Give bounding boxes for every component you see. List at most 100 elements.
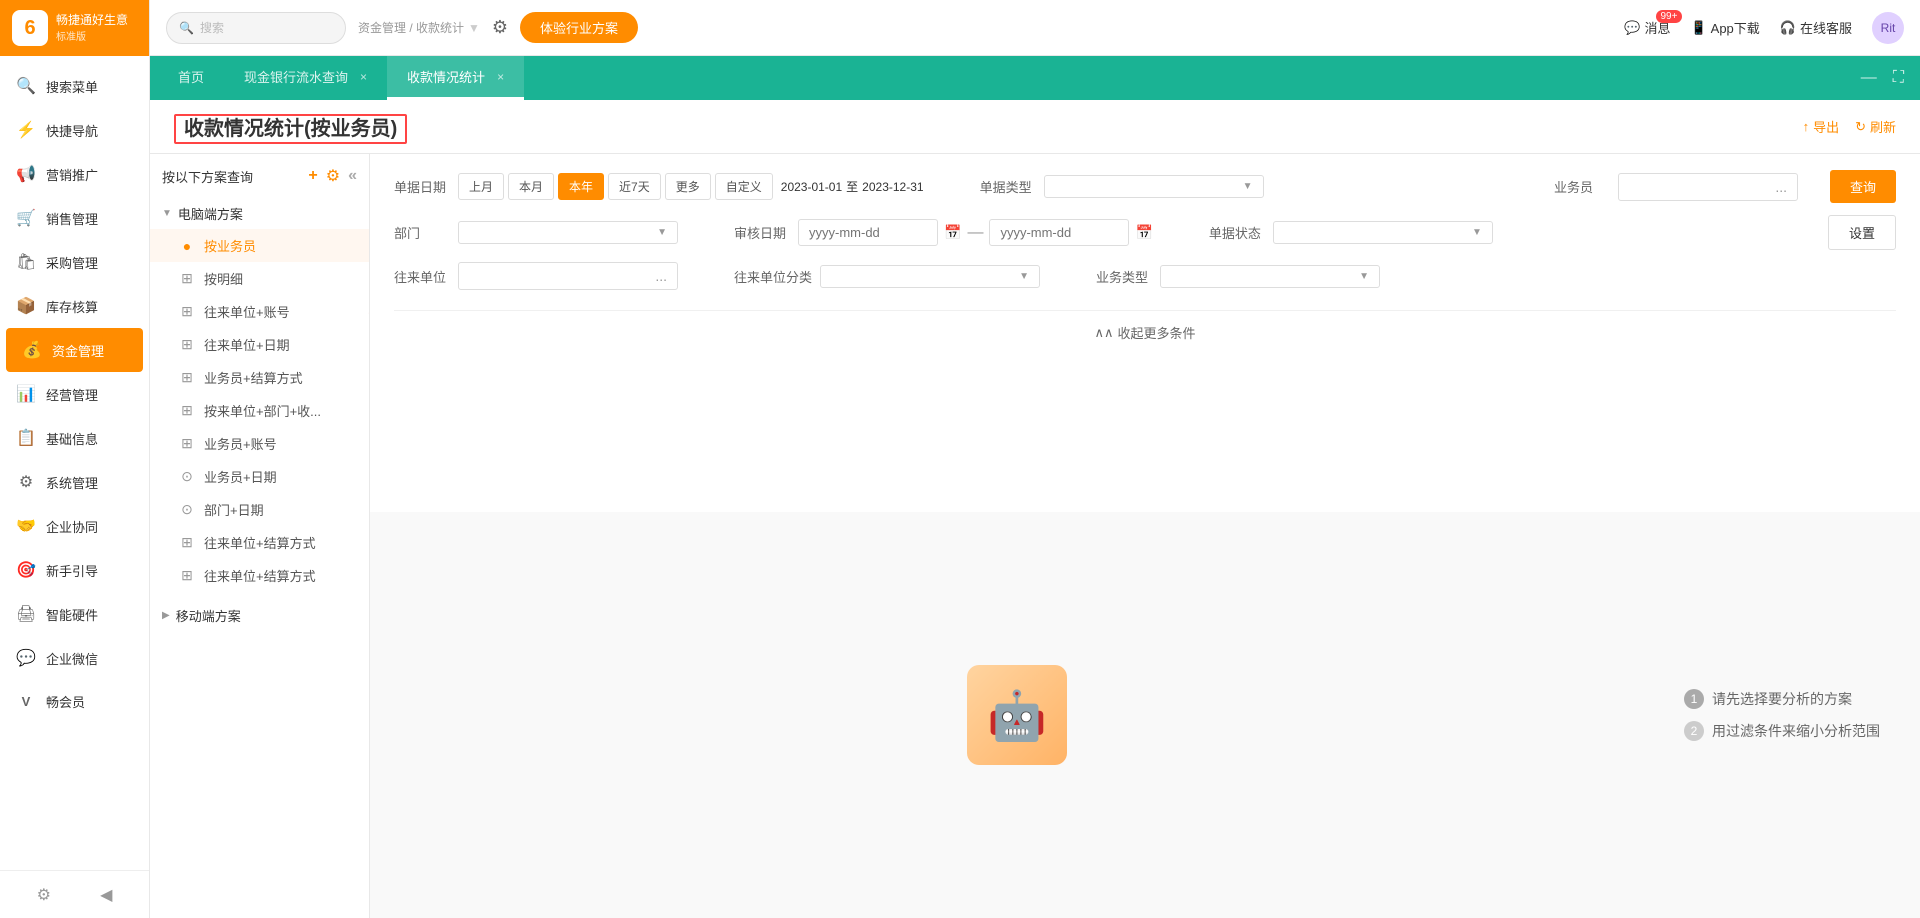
partner-classify-dropdown-icon: ▼ bbox=[1019, 271, 1029, 282]
tab-bank-close[interactable]: × bbox=[360, 70, 367, 84]
scheme-item-salesperson-account[interactable]: ⊞ 业务员+账号 bbox=[150, 427, 369, 460]
scheme-item-dept-date[interactable]: ⊙ 部门+日期 bbox=[150, 493, 369, 526]
scheme-settings-button[interactable]: ⚙ bbox=[326, 166, 340, 186]
audit-date-from[interactable] bbox=[798, 219, 938, 246]
sidebar-item-inventory[interactable]: 📦 库存核算 bbox=[0, 284, 149, 328]
partner-more[interactable]: ... bbox=[655, 268, 667, 284]
scheme-group-mobile-header[interactable]: ▶ 移动端方案 bbox=[150, 600, 369, 631]
header-settings-icon[interactable]: ⚙ bbox=[492, 17, 508, 38]
tab-maximize-icon[interactable]: ⛶ bbox=[1889, 65, 1908, 91]
sidebar-item-wechat[interactable]: 💬 企业微信 bbox=[0, 636, 149, 680]
date-btn-last-month[interactable]: 上月 bbox=[458, 173, 504, 200]
sidebar-item-enterprise[interactable]: 🤝 企业协同 bbox=[0, 504, 149, 548]
quick-nav-icon: ⚡ bbox=[16, 120, 36, 140]
trial-button[interactable]: 体验行业方案 bbox=[520, 12, 638, 43]
nav-breadcrumb: 资金管理 / 收款统计 bbox=[358, 19, 464, 36]
scheme-item-unit-account[interactable]: ⊞ 往来单位+账号 bbox=[150, 295, 369, 328]
export-button[interactable]: ↑ 导出 bbox=[1803, 117, 1840, 136]
filter-bill-status-field: 单据状态 ▼ bbox=[1209, 221, 1493, 244]
enterprise-icon: 🤝 bbox=[16, 516, 36, 536]
empty-state: 🤖 1 请先选择要分析的方案 2 用过滤条件来缩小分析范围 bbox=[370, 512, 1920, 918]
sidebar-item-member[interactable]: V 畅会员 bbox=[0, 680, 149, 723]
calendar-to-icon[interactable]: 📅 bbox=[1135, 224, 1152, 241]
scheme-item-salesperson-date[interactable]: ⊙ 业务员+日期 bbox=[150, 460, 369, 493]
date-btn-more[interactable]: 更多 bbox=[665, 173, 711, 200]
tab-bank[interactable]: 现金银行流水查询 × bbox=[224, 56, 387, 100]
grid7-icon: ⊞ bbox=[178, 567, 196, 584]
basic-icon: 📋 bbox=[16, 428, 36, 448]
message-icon: 💬 bbox=[1624, 20, 1640, 36]
service-icon: 🎧 bbox=[1780, 20, 1796, 36]
sidebar-item-guide[interactable]: 🎯 新手引导 bbox=[0, 548, 149, 592]
sidebar-item-business[interactable]: 📊 经营管理 bbox=[0, 372, 149, 416]
bill-type-select[interactable]: ▼ bbox=[1044, 175, 1264, 198]
sidebar-item-quick-nav[interactable]: ⚡ 快捷导航 bbox=[0, 108, 149, 152]
sidebar-item-sales[interactable]: 🛒 销售管理 bbox=[0, 196, 149, 240]
query-button[interactable]: 查询 bbox=[1830, 170, 1896, 203]
user-info[interactable]: Rit bbox=[1872, 12, 1904, 44]
scheme-item-unit-date[interactable]: ⊞ 往来单位+日期 bbox=[150, 328, 369, 361]
scheme-item-salesperson-payment[interactable]: ⊞ 业务员+结算方式 bbox=[150, 361, 369, 394]
refresh-button[interactable]: ↻ 刷新 bbox=[1855, 117, 1896, 136]
tab-collect-close[interactable]: × bbox=[497, 70, 504, 84]
scheme-item-unit-dept[interactable]: ⊞ 按来单位+部门+收... bbox=[150, 394, 369, 427]
sidebar: 6 畅捷通好生意 标准版 🔍 搜索菜单 ⚡ 快捷导航 📢 营销推广 🛒 销售管理… bbox=[0, 0, 150, 918]
sidebar-item-purchase[interactable]: 🛍 采购管理 bbox=[0, 240, 149, 284]
salesperson-select[interactable]: ... bbox=[1618, 173, 1798, 201]
audit-date-label: 审核日期 bbox=[734, 223, 790, 242]
scheme-item-unit-payment[interactable]: ⊞ 往来单位+结算方式 bbox=[150, 526, 369, 559]
salesperson-more[interactable]: ... bbox=[1775, 179, 1787, 195]
sidebar-item-hardware[interactable]: 🖨 智能硬件 bbox=[0, 592, 149, 636]
breadcrumb-arrow: ▼ bbox=[468, 21, 480, 35]
scheme-tools: + ⚙ « bbox=[308, 166, 357, 186]
date-btn-custom[interactable]: 自定义 bbox=[715, 173, 773, 200]
sidebar-item-basic[interactable]: 📋 基础信息 bbox=[0, 416, 149, 460]
biz-type-select[interactable]: ▼ bbox=[1160, 265, 1380, 288]
partner-select[interactable]: ... bbox=[458, 262, 678, 290]
online-service-button[interactable]: 🎧 在线客服 bbox=[1780, 18, 1852, 37]
settings-bottom-icon[interactable]: ⚙ bbox=[29, 881, 59, 909]
main-area: 🔍 搜索 资金管理 / 收款统计 ▼ ⚙ 体验行业方案 💬 消息 99+ 📱 A… bbox=[150, 0, 1920, 918]
date-btn-this-month[interactable]: 本月 bbox=[508, 173, 554, 200]
clock-icon: ⊙ bbox=[178, 468, 196, 485]
calendar-from-icon[interactable]: 📅 bbox=[944, 224, 961, 241]
tab-collect[interactable]: 收款情况统计 × bbox=[387, 56, 524, 100]
page-title: 收款情况统计(按业务员) bbox=[174, 114, 407, 144]
sidebar-item-fund[interactable]: 💰 资金管理 bbox=[6, 328, 143, 372]
partner-classify-select[interactable]: ▼ bbox=[820, 265, 1040, 288]
audit-date-to[interactable] bbox=[989, 219, 1129, 246]
app-download-button[interactable]: 📱 App下载 bbox=[1690, 18, 1759, 37]
date-btn-7days[interactable]: 近7天 bbox=[608, 173, 661, 200]
collapse-label: 收起更多条件 bbox=[1118, 323, 1196, 342]
filter-collapse-button[interactable]: ∧∧ 收起更多条件 bbox=[394, 310, 1896, 354]
message-button[interactable]: 💬 消息 99+ bbox=[1624, 18, 1670, 37]
scheme-item-by-detail[interactable]: ⊞ 按明细 bbox=[150, 262, 369, 295]
clock2-icon: ⊙ bbox=[178, 501, 196, 518]
bill-status-select[interactable]: ▼ bbox=[1273, 221, 1493, 244]
dept-select[interactable]: ▼ bbox=[458, 221, 678, 244]
sidebar-nav: 🔍 搜索菜单 ⚡ 快捷导航 📢 营销推广 🛒 销售管理 🛍 采购管理 📦 库存核… bbox=[0, 56, 149, 870]
header-search-bar[interactable]: 🔍 搜索 bbox=[166, 12, 346, 44]
scheme-item-by-salesperson[interactable]: ● 按业务员 bbox=[150, 229, 369, 262]
sidebar-item-system[interactable]: ⚙ 系统管理 bbox=[0, 460, 149, 504]
tab-bar: 首页 现金银行流水查询 × 收款情况统计 × — ⛶ bbox=[150, 56, 1920, 100]
scheme-group-desktop-header[interactable]: ▼ 电脑端方案 bbox=[150, 198, 369, 229]
scheme-item-unit-payment2[interactable]: ⊞ 往来单位+结算方式 bbox=[150, 559, 369, 592]
filter-audit-date-field: 审核日期 📅 — 📅 bbox=[734, 219, 1153, 246]
settings-button[interactable]: 设置 bbox=[1828, 215, 1896, 250]
tab-home[interactable]: 首页 bbox=[158, 56, 224, 100]
collapse-sidebar-icon[interactable]: ◀ bbox=[92, 881, 120, 909]
scheme-collapse-button[interactable]: « bbox=[348, 167, 357, 185]
page-title-wrapper: 收款情况统计(按业务员) bbox=[174, 112, 407, 141]
sidebar-item-marketing[interactable]: 📢 营销推广 bbox=[0, 152, 149, 196]
fund-icon: 💰 bbox=[22, 340, 42, 360]
sidebar-item-search[interactable]: 🔍 搜索菜单 bbox=[0, 64, 149, 108]
tab-minimize-icon[interactable]: — bbox=[1857, 65, 1881, 91]
scheme-group-mobile: ▶ 移动端方案 bbox=[150, 596, 369, 635]
sales-icon: 🛒 bbox=[16, 208, 36, 228]
download-icon: 📱 bbox=[1690, 20, 1706, 36]
scheme-add-button[interactable]: + bbox=[308, 167, 317, 185]
chevron-right-icon: ▶ bbox=[162, 610, 170, 621]
date-btn-this-year[interactable]: 本年 bbox=[558, 173, 604, 200]
active-scheme-icon: ● bbox=[178, 238, 196, 254]
